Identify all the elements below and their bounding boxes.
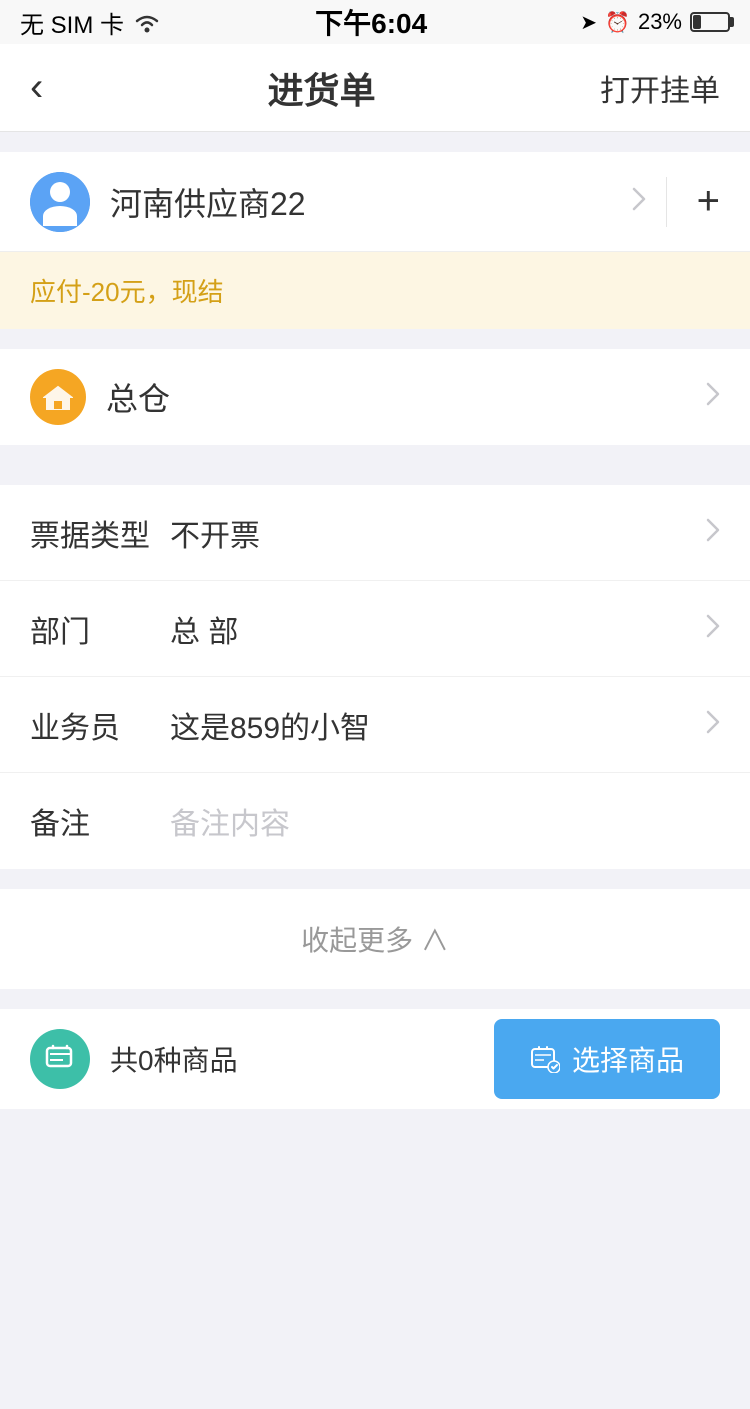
select-product-button[interactable]: 选择商品 (494, 1019, 720, 1099)
warehouse-row[interactable]: 总仓 (0, 349, 750, 445)
salesperson-row[interactable]: 业务员 这是859的小智 (0, 677, 750, 773)
product-count: 共0种商品 (110, 1039, 494, 1079)
select-icon (530, 1045, 560, 1073)
collapse-row[interactable]: 收起更多 ∧ (0, 889, 750, 989)
form-section: 票据类型 不开票 部门 总 部 业务员 这是859的小智 备注 备注内容 (0, 485, 750, 869)
add-supplier-button[interactable]: + (697, 179, 720, 224)
supplier-row[interactable]: 河南供应商22 + (0, 152, 750, 252)
page-footer (0, 1109, 750, 1409)
invoice-chevron-icon (706, 517, 720, 549)
back-button[interactable]: ‹ (30, 65, 43, 110)
invoice-type-value: 不开票 (170, 511, 706, 555)
product-icon (30, 1029, 90, 1089)
status-right: ➤ ⏰ 23% (580, 9, 730, 35)
department-row[interactable]: 部门 总 部 (0, 581, 750, 677)
status-carrier: 无 SIM 卡 (20, 5, 162, 40)
notice-bar: 应付-20元，现结 (0, 252, 750, 329)
location-icon: ➤ (580, 10, 597, 35)
invoice-type-row[interactable]: 票据类型 不开票 (0, 485, 750, 581)
collapse-label: 收起更多 ∧ (301, 919, 449, 959)
warehouse-name: 总仓 (106, 374, 706, 420)
supplier-chevron-icon (632, 186, 646, 218)
carrier-text: 无 SIM 卡 (20, 5, 124, 40)
salesperson-chevron-icon (706, 709, 720, 741)
cart-icon (43, 1044, 77, 1074)
department-label: 部门 (30, 607, 170, 651)
avatar-image (30, 172, 90, 232)
bottom-bar: 共0种商品 选择商品 (0, 1009, 750, 1109)
house-icon (43, 383, 73, 411)
warehouse-chevron-icon (706, 381, 720, 413)
salesperson-label: 业务员 (30, 703, 170, 747)
divider-top (0, 132, 750, 152)
warehouse-icon (30, 369, 86, 425)
status-bar: 无 SIM 卡 下午6:04 ➤ ⏰ 23% (0, 0, 750, 44)
page-title: 进货单 (268, 62, 376, 114)
department-chevron-icon (706, 613, 720, 645)
nav-bar: ‹ 进货单 打开挂单 (0, 44, 750, 132)
vertical-divider (666, 177, 667, 227)
select-product-label: 选择商品 (572, 1039, 684, 1079)
department-value: 总 部 (170, 607, 706, 651)
alarm-icon: ⏰ (605, 10, 630, 35)
invoice-type-label: 票据类型 (30, 511, 170, 555)
supplier-name: 河南供应商22 (110, 179, 632, 225)
divider-3 (0, 445, 750, 465)
battery-percent: 23% (638, 9, 682, 35)
remark-row[interactable]: 备注 备注内容 (0, 773, 750, 869)
supplier-card: 河南供应商22 + 应付-20元，现结 (0, 152, 750, 329)
wifi-icon (132, 11, 162, 33)
salesperson-value: 这是859的小智 (170, 703, 706, 747)
notice-text: 应付-20元，现结 (30, 277, 224, 307)
remark-label: 备注 (30, 799, 170, 843)
divider-2 (0, 329, 750, 349)
battery-icon (690, 12, 730, 32)
open-pending-button[interactable]: 打开挂单 (600, 66, 720, 110)
supplier-avatar (30, 172, 90, 232)
status-time: 下午6:04 (315, 2, 427, 42)
remark-placeholder: 备注内容 (170, 799, 720, 843)
